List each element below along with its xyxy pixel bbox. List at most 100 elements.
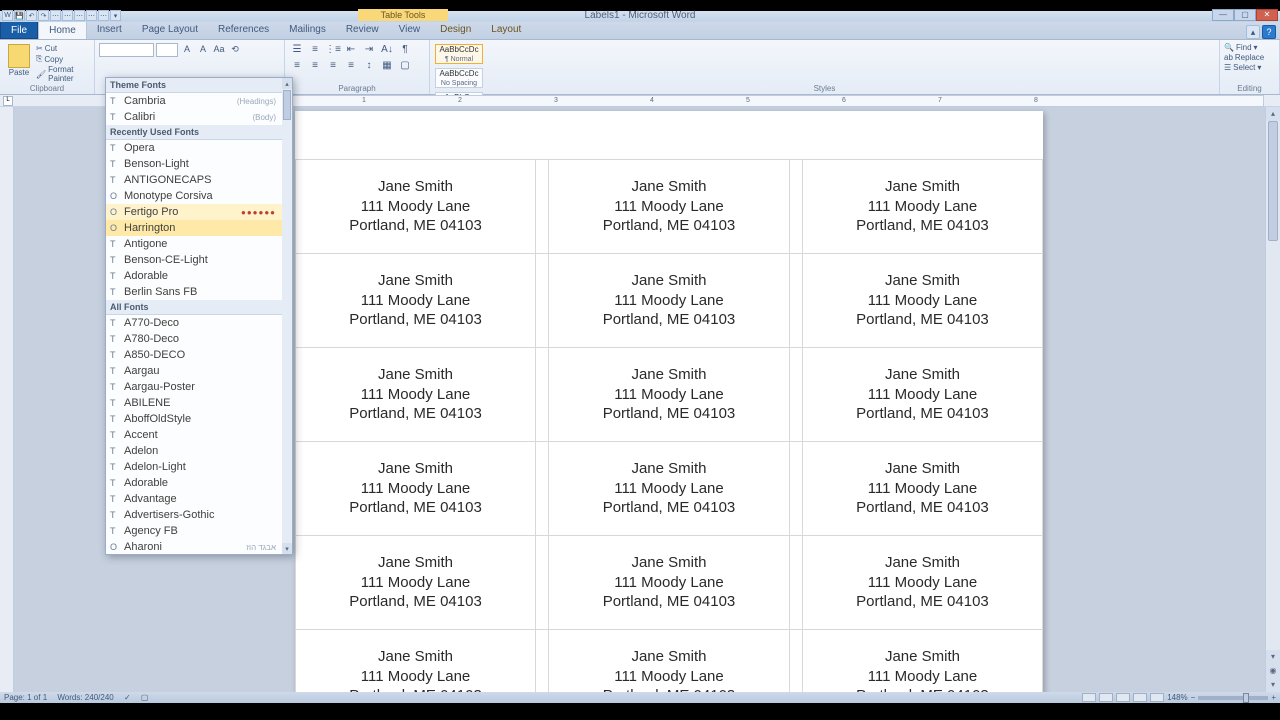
font-option-accent[interactable]: TAccent <box>106 427 282 443</box>
tab-layout[interactable]: Layout <box>481 21 531 39</box>
font-size-input[interactable] <box>156 43 178 57</box>
label-cell[interactable]: Jane Smith111 Moody LanePortland, ME 041… <box>549 348 789 442</box>
find-button[interactable]: 🔍 Find ▾ <box>1224 43 1275 52</box>
font-option-opera[interactable]: TOpera <box>106 140 282 156</box>
label-cell[interactable]: Jane Smith111 Moody LanePortland, ME 041… <box>549 536 789 630</box>
tab-design[interactable]: Design <box>430 21 481 39</box>
full-screen-view-icon[interactable] <box>1099 693 1113 702</box>
select-button[interactable]: ☰ Select ▾ <box>1224 63 1275 72</box>
font-dropdown[interactable]: Theme FontsTCambria(Headings)TCalibri(Bo… <box>105 77 293 555</box>
font-option-adelon-light[interactable]: TAdelon-Light <box>106 459 282 475</box>
label-cell[interactable]: Jane Smith111 Moody LanePortland, ME 041… <box>296 630 536 693</box>
tab-view[interactable]: View <box>389 21 431 39</box>
font-option-aargau[interactable]: TAargau <box>106 363 282 379</box>
font-option-fertigo-pro[interactable]: OFertigo Pro●●●●●● <box>106 204 282 220</box>
scroll-down-icon[interactable]: ▾ <box>282 543 292 554</box>
font-option-agency-fb[interactable]: TAgency FB <box>106 523 282 539</box>
bullets-icon[interactable]: ☰ <box>289 44 305 58</box>
font-option-abilene[interactable]: TABILENE <box>106 395 282 411</box>
line-spacing-icon[interactable]: ↕ <box>361 60 377 74</box>
font-option-harrington[interactable]: OHarrington <box>106 220 282 236</box>
font-option-antigonecaps[interactable]: TANTIGONECAPS <box>106 172 282 188</box>
macro-icon[interactable]: ▢ <box>141 693 149 702</box>
page-status[interactable]: Page: 1 of 1 <box>4 693 47 702</box>
label-cell[interactable]: Jane Smith111 Moody LanePortland, ME 041… <box>802 254 1042 348</box>
word-icon[interactable]: W <box>2 10 13 21</box>
font-option-berlin-sans-fb[interactable]: TBerlin Sans FB <box>106 284 282 300</box>
qat-icon[interactable]: ⋯ <box>74 10 85 21</box>
align-left-icon[interactable]: ≡ <box>289 60 305 74</box>
save-icon[interactable]: 💾 <box>14 10 25 21</box>
justify-icon[interactable]: ≡ <box>343 60 359 74</box>
copy-button[interactable]: ⎘ Copy <box>36 54 94 64</box>
label-cell[interactable]: Jane Smith111 Moody LanePortland, ME 041… <box>296 536 536 630</box>
label-cell[interactable]: Jane Smith111 Moody LanePortland, ME 041… <box>802 348 1042 442</box>
tab-insert[interactable]: Insert <box>87 21 132 39</box>
font-option-adelon[interactable]: TAdelon <box>106 443 282 459</box>
scrollbar-thumb[interactable] <box>1268 121 1278 241</box>
paste-button[interactable]: Paste <box>4 44 34 84</box>
font-option-a770-deco[interactable]: TA770-Deco <box>106 315 282 331</box>
undo-icon[interactable]: ↶ <box>26 10 37 21</box>
font-option-monotype-corsiva[interactable]: OMonotype Corsiva <box>106 188 282 204</box>
numbering-icon[interactable]: ≡ <box>307 44 323 58</box>
font-option-aboffoldstyle[interactable]: TAboffOldStyle <box>106 411 282 427</box>
label-cell[interactable]: Jane Smith111 Moody LanePortland, ME 041… <box>296 442 536 536</box>
tab-page-layout[interactable]: Page Layout <box>132 21 208 39</box>
document-page[interactable]: Jane Smith111 Moody LanePortland, ME 041… <box>295 111 1043 692</box>
label-cell[interactable]: Jane Smith111 Moody LanePortland, ME 041… <box>802 536 1042 630</box>
tab-references[interactable]: References <box>208 21 279 39</box>
align-right-icon[interactable]: ≡ <box>325 60 341 74</box>
label-cell[interactable]: Jane Smith111 Moody LanePortland, ME 041… <box>549 160 789 254</box>
zoom-thumb[interactable] <box>1243 693 1249 703</box>
font-option-adorable[interactable]: TAdorable <box>106 268 282 284</box>
qat-dropdown-icon[interactable]: ▾ <box>110 10 121 21</box>
file-tab[interactable]: File <box>0 21 38 39</box>
label-cell[interactable]: Jane Smith111 Moody LanePortland, ME 041… <box>296 254 536 348</box>
font-option-a780-deco[interactable]: TA780-Deco <box>106 331 282 347</box>
help-icon[interactable]: ? <box>1262 25 1276 39</box>
scroll-up-icon[interactable]: ▴ <box>282 78 292 89</box>
shrink-font-icon[interactable]: A <box>196 43 210 57</box>
show-marks-icon[interactable]: ¶ <box>397 44 413 58</box>
qat-icon[interactable]: ⋯ <box>98 10 109 21</box>
shading-icon[interactable]: ▦ <box>379 60 395 74</box>
replace-button[interactable]: ab Replace <box>1224 53 1275 62</box>
font-option-benson-light[interactable]: TBenson-Light <box>106 156 282 172</box>
grow-font-icon[interactable]: A <box>180 43 194 57</box>
font-option-benson-ce-light[interactable]: TBenson-CE-Light <box>106 252 282 268</box>
minimize-ribbon-icon[interactable]: ▴ <box>1246 25 1260 39</box>
style---normal[interactable]: AaBbCcDc¶ Normal <box>435 44 483 64</box>
borders-icon[interactable]: ▢ <box>397 60 413 74</box>
horizontal-ruler[interactable]: 12345678 <box>265 95 1264 107</box>
font-option-adorable[interactable]: TAdorable <box>106 475 282 491</box>
sort-icon[interactable]: A↓ <box>379 44 395 58</box>
zoom-in-button[interactable]: + <box>1271 693 1276 702</box>
tab-home[interactable]: Home <box>38 21 87 39</box>
tab-selector[interactable]: L <box>3 96 13 106</box>
font-option-advantage[interactable]: TAdvantage <box>106 491 282 507</box>
font-dropdown-scrollbar[interactable]: ▴ ▾ <box>282 78 292 554</box>
font-option-a850-deco[interactable]: TA850-DECO <box>106 347 282 363</box>
decrease-indent-icon[interactable]: ⇤ <box>343 44 359 58</box>
align-center-icon[interactable]: ≡ <box>307 60 323 74</box>
maximize-button[interactable]: ▢ <box>1234 9 1256 21</box>
web-layout-view-icon[interactable] <box>1116 693 1130 702</box>
scrollbar-thumb[interactable] <box>283 90 291 120</box>
words-status[interactable]: Words: 240/240 <box>57 693 113 702</box>
qat-icon[interactable]: ⋯ <box>86 10 97 21</box>
outline-view-icon[interactable] <box>1133 693 1147 702</box>
tab-review[interactable]: Review <box>336 21 389 39</box>
qat-icon[interactable]: ⋯ <box>62 10 73 21</box>
zoom-level[interactable]: 148% <box>1167 693 1187 702</box>
change-case-icon[interactable]: Aa <box>212 43 226 57</box>
spell-check-icon[interactable]: ✓ <box>124 693 131 702</box>
scroll-down-icon[interactable]: ▾ <box>1266 650 1280 664</box>
label-cell[interactable]: Jane Smith111 Moody LanePortland, ME 041… <box>802 442 1042 536</box>
zoom-slider[interactable] <box>1198 696 1268 700</box>
tab-mailings[interactable]: Mailings <box>279 21 336 39</box>
zoom-out-button[interactable]: − <box>1191 693 1196 702</box>
font-option-aargau-poster[interactable]: TAargau-Poster <box>106 379 282 395</box>
scroll-up-icon[interactable]: ▴ <box>1266 107 1280 121</box>
qat-icon[interactable]: ⋯ <box>50 10 61 21</box>
